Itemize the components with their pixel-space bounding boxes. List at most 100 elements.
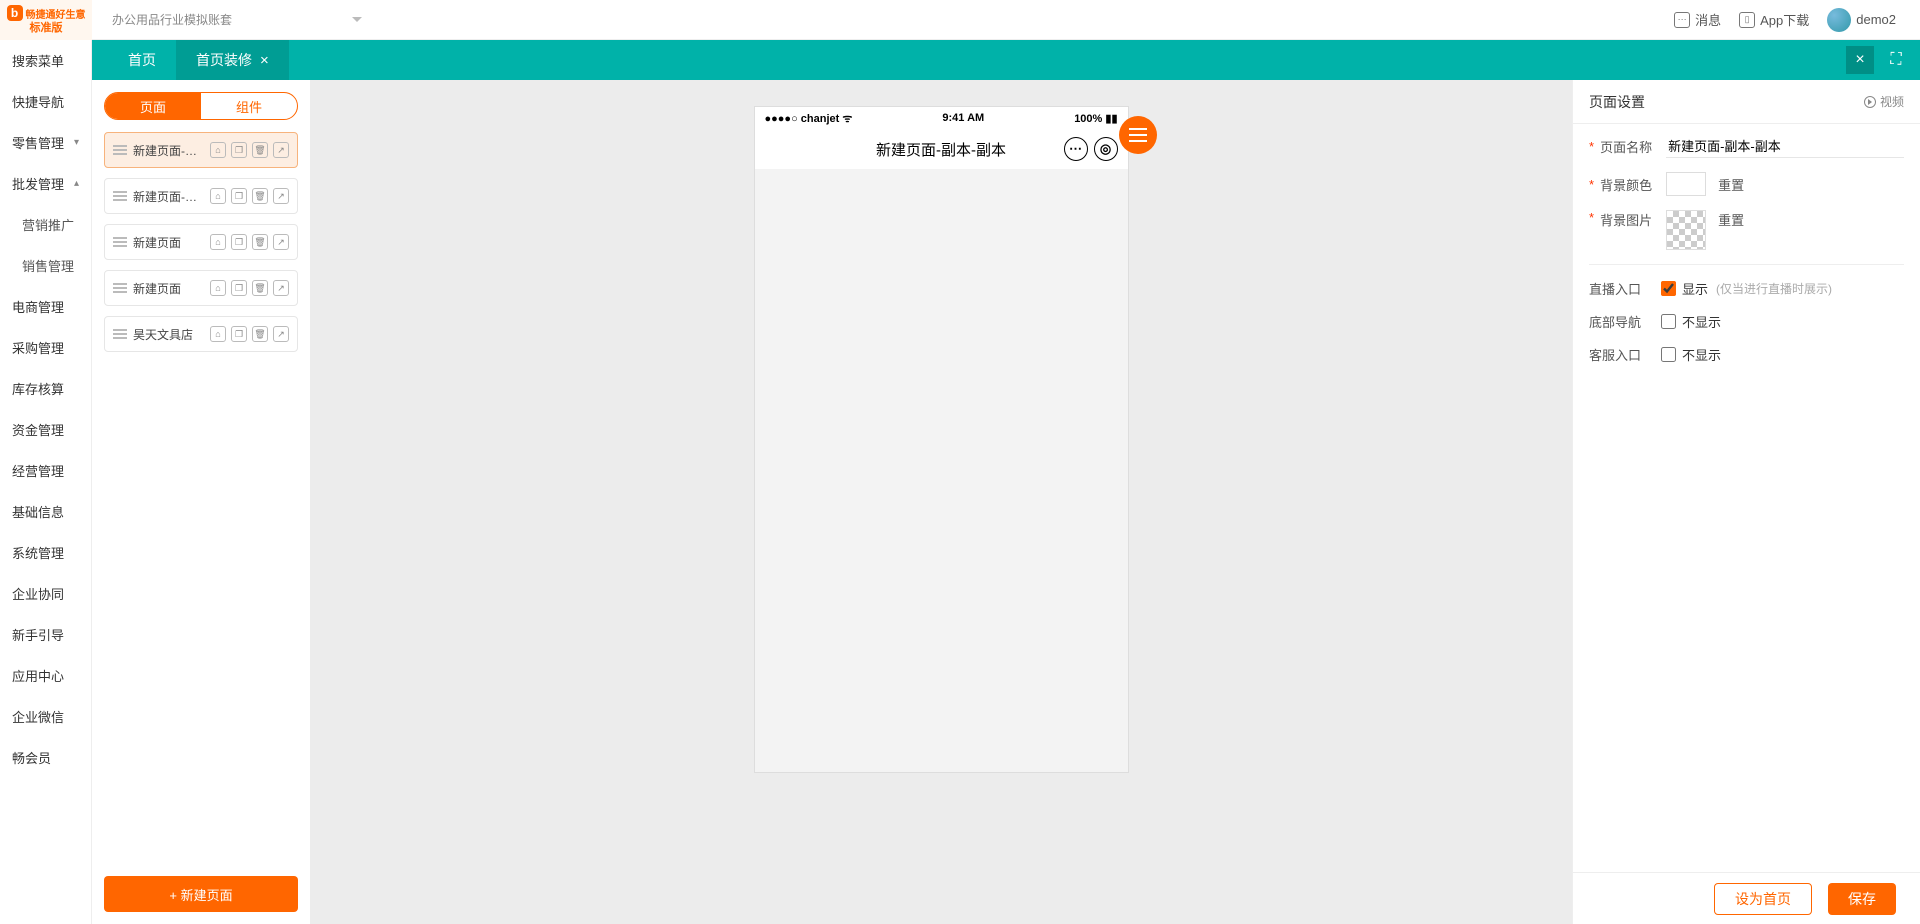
messages-link[interactable]: ⋯ 消息 (1674, 10, 1721, 29)
sidebar-item[interactable]: 资金管理 (0, 409, 91, 450)
copy-icon[interactable]: ❐ (231, 188, 247, 204)
page-item[interactable]: 新建页面-副本 ⌂ ❐ 🗑 ↗ (104, 178, 298, 214)
sidebar-subitem[interactable]: 营销推广 (0, 204, 91, 245)
home-icon[interactable]: ⌂ (210, 142, 226, 158)
delete-icon[interactable]: 🗑 (252, 234, 268, 250)
share-icon[interactable]: ↗ (273, 188, 289, 204)
page-item-name: 新建页面 (133, 234, 204, 251)
copy-icon[interactable]: ❐ (231, 234, 247, 250)
tab-home[interactable]: 首页 (108, 40, 176, 80)
sidebar-item[interactable]: 企业协同 (0, 573, 91, 614)
home-icon[interactable]: ⌂ (210, 280, 226, 296)
tab-decorator[interactable]: 首页装修 × (176, 40, 289, 80)
share-icon[interactable]: ↗ (273, 326, 289, 342)
ledger-select[interactable]: 办公用品行业模拟账套 (112, 11, 362, 28)
page-item[interactable]: 新建页面 ⌂ ❐ 🗑 ↗ (104, 270, 298, 306)
play-icon (1864, 96, 1876, 108)
sidebar-item[interactable]: 应用中心 (0, 655, 91, 696)
delete-icon[interactable]: 🗑 (252, 326, 268, 342)
sidebar-item[interactable]: 企业微信 (0, 696, 91, 737)
tab-strip: 首页 首页装修 × × ⛶ (92, 40, 1920, 80)
sidebar-item[interactable]: 批发管理▴ (0, 163, 91, 204)
delete-icon[interactable]: 🗑 (252, 280, 268, 296)
drag-handle-icon[interactable] (113, 191, 127, 201)
phone-preview: ●●●●○ chanjet ᯤ 9:41 AM 100% ▮▮ 新建页面-副本-… (754, 106, 1129, 773)
page-name-label: 页面名称 (1600, 137, 1666, 156)
share-icon[interactable]: ↗ (273, 142, 289, 158)
drag-handle-icon[interactable] (113, 145, 127, 155)
drag-handle-icon[interactable] (113, 329, 127, 339)
sidebar-item[interactable]: 电商管理 (0, 286, 91, 327)
user-menu[interactable]: demo2 (1827, 8, 1896, 32)
topbar: b 畅捷通好生意 标准版 办公用品行业模拟账套 ⋯ 消息 ▯ App下载 dem… (0, 0, 1920, 40)
bg-color-reset[interactable]: 重置 (1718, 175, 1744, 194)
page-name-input[interactable] (1666, 134, 1904, 158)
copy-icon[interactable]: ❐ (231, 142, 247, 158)
arrow-down-icon: ▾ (74, 137, 79, 148)
copy-icon[interactable]: ❐ (231, 280, 247, 296)
sidebar: 搜索菜单 快捷导航 零售管理▾ 批发管理▴ 营销推广 销售管理 电商管理 采购管… (0, 40, 92, 924)
page-item-name: 新建页面 (133, 280, 204, 297)
sidebar-item[interactable]: 零售管理▾ (0, 122, 91, 163)
page-item-name: 新建页面-副本-... (133, 142, 204, 159)
ledger-name: 办公用品行业模拟账套 (112, 11, 232, 28)
fullscreen-icon[interactable]: ⛶ (1882, 46, 1910, 74)
bg-color-swatch[interactable] (1666, 172, 1706, 196)
sidebar-item[interactable]: 系统管理 (0, 532, 91, 573)
divider (1589, 264, 1904, 265)
set-home-button[interactable]: 设为首页 (1714, 883, 1812, 915)
sidebar-item[interactable]: 快捷导航 (0, 81, 91, 122)
component-drawer-button[interactable] (1119, 116, 1157, 154)
new-page-button[interactable]: + 新建页面 (104, 876, 298, 912)
required-mark: * (1589, 139, 1594, 154)
delete-icon[interactable]: 🗑 (252, 188, 268, 204)
avatar (1827, 8, 1851, 32)
home-icon[interactable]: ⌂ (210, 234, 226, 250)
segment-page[interactable]: 页面 (105, 93, 201, 119)
home-icon[interactable]: ⌂ (210, 326, 226, 342)
close-icon[interactable]: × (260, 52, 269, 69)
bg-image-label: 背景图片 (1600, 210, 1666, 229)
settings-panel: 页面设置 视频 * 页面名称 * 背景颜色 重置 (1572, 80, 1920, 924)
app-download-link[interactable]: ▯ App下载 (1739, 10, 1809, 29)
share-icon[interactable]: ↗ (273, 234, 289, 250)
sidebar-item[interactable]: 库存核算 (0, 368, 91, 409)
bottom-nav-label: 底部导航 (1589, 312, 1661, 331)
sidebar-item[interactable]: 基础信息 (0, 491, 91, 532)
settings-footer: 设为首页 保存 (1573, 872, 1920, 924)
bg-image-reset[interactable]: 重置 (1718, 210, 1744, 229)
sidebar-item[interactable]: 搜索菜单 (0, 40, 91, 81)
segment-component[interactable]: 组件 (201, 93, 297, 119)
copy-icon[interactable]: ❐ (231, 326, 247, 342)
page-list: 新建页面-副本-... ⌂ ❐ 🗑 ↗ 新建页面-副本 ⌂ ❐ 🗑 ↗ (104, 132, 298, 868)
drag-handle-icon[interactable] (113, 237, 127, 247)
settings-title: 页面设置 (1589, 92, 1645, 112)
sidebar-item[interactable]: 新手引导 (0, 614, 91, 655)
service-entry-checkbox[interactable]: 不显示 (1661, 345, 1721, 364)
sidebar-item[interactable]: 畅会员 (0, 737, 91, 778)
save-button[interactable]: 保存 (1828, 883, 1896, 915)
tab-close-all[interactable]: × (1846, 46, 1874, 74)
share-icon[interactable]: ↗ (273, 280, 289, 296)
bg-image-picker[interactable] (1666, 210, 1706, 250)
phone-target-icon[interactable]: ◎ (1094, 137, 1118, 161)
bg-color-label: 背景颜色 (1600, 175, 1666, 194)
sidebar-subitem[interactable]: 销售管理 (0, 245, 91, 286)
bottom-nav-checkbox[interactable]: 不显示 (1661, 312, 1721, 331)
page-item[interactable]: 新建页面-副本-... ⌂ ❐ 🗑 ↗ (104, 132, 298, 168)
live-entry-label: 直播入口 (1589, 279, 1661, 298)
live-entry-checkbox[interactable]: 显示 (1661, 279, 1708, 298)
delete-icon[interactable]: 🗑 (252, 142, 268, 158)
phone-navbar: 新建页面-副本-副本 ⋯ ◎ (755, 129, 1128, 169)
phone-menu-icon[interactable]: ⋯ (1064, 137, 1088, 161)
phone-body[interactable] (755, 169, 1128, 772)
logo: b 畅捷通好生意 标准版 (0, 0, 92, 40)
page-item-name: 新建页面-副本 (133, 188, 204, 205)
home-icon[interactable]: ⌂ (210, 188, 226, 204)
video-help[interactable]: 视频 (1864, 93, 1904, 110)
sidebar-item[interactable]: 经营管理 (0, 450, 91, 491)
page-item[interactable]: 昊天文具店 ⌂❐🗑↗ (104, 316, 298, 352)
page-item[interactable]: 新建页面 ⌂ ❐ 🗑 ↗ (104, 224, 298, 260)
sidebar-item[interactable]: 采购管理 (0, 327, 91, 368)
drag-handle-icon[interactable] (113, 283, 127, 293)
